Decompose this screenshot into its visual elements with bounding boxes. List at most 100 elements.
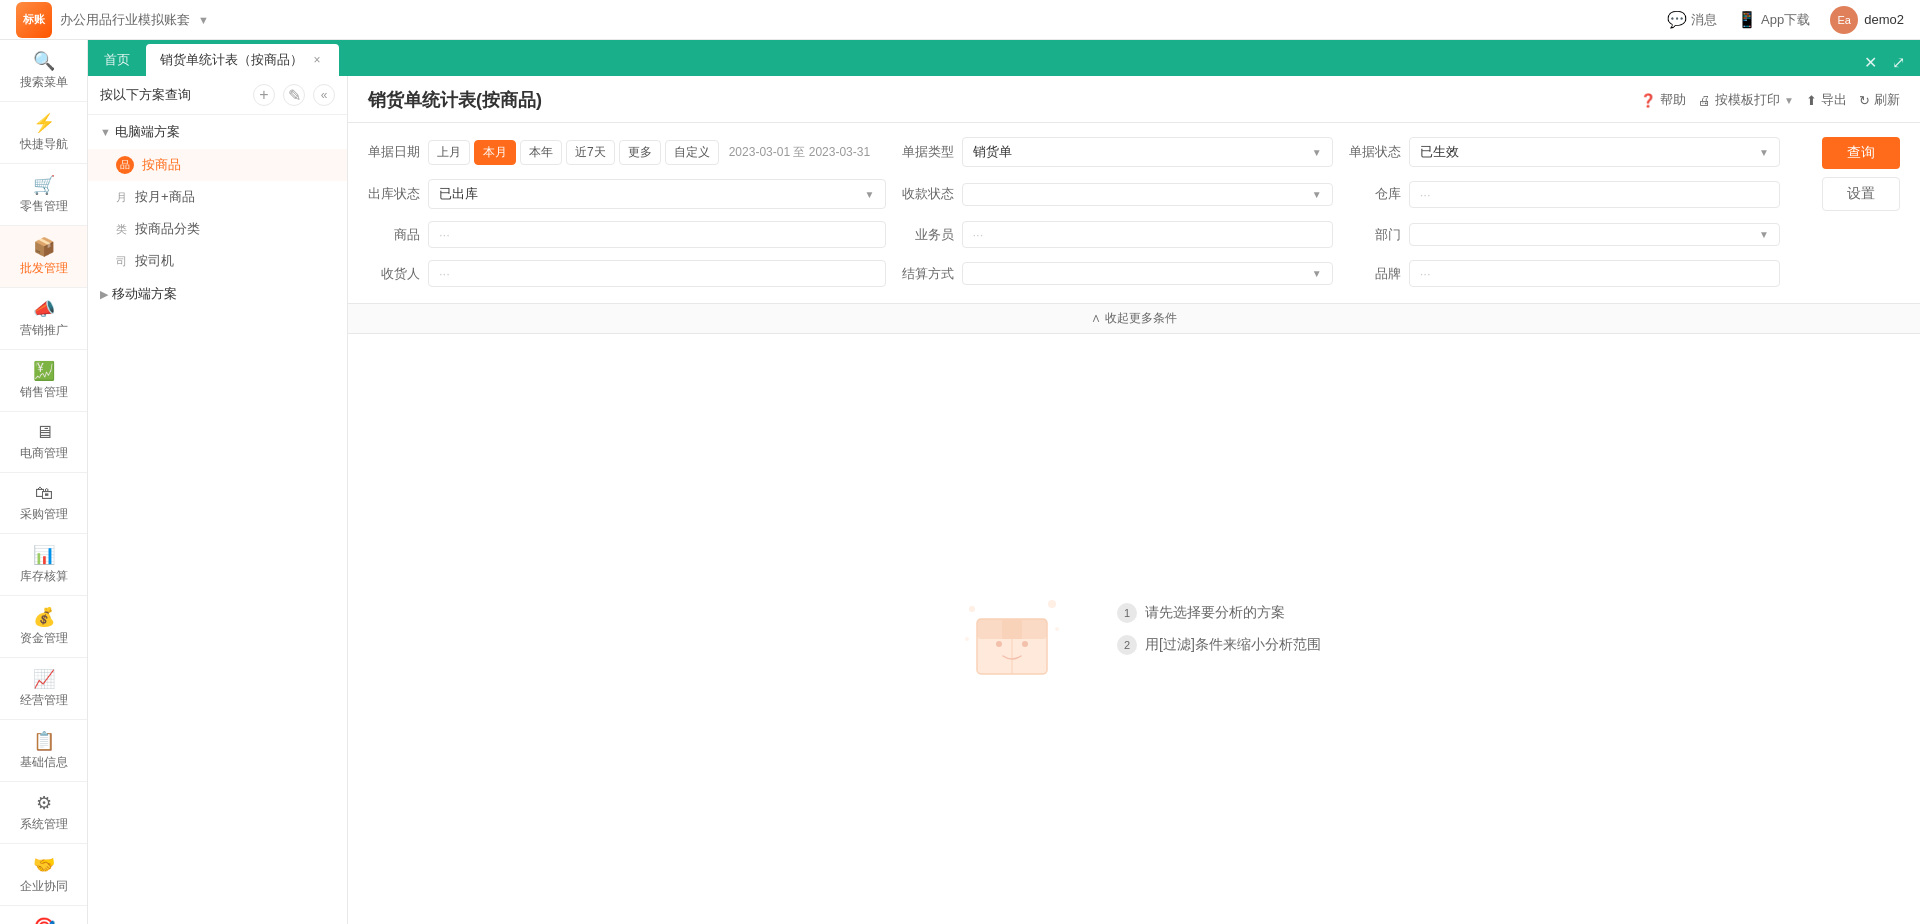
dropdown-arrow-icon[interactable]: ▼ <box>198 14 209 26</box>
sidebar-item-basic[interactable]: 📋 基础信息 <box>0 720 87 782</box>
sidebar-item-purchase[interactable]: 🛍 采购管理 <box>0 473 87 534</box>
scheme-group-pc-title[interactable]: ▼ 电脑端方案 <box>88 115 347 149</box>
sidebar-item-sales[interactable]: 💹 销售管理 <box>0 350 87 412</box>
filter-warehouse: 仓库 ··· <box>1349 181 1780 208</box>
tab-active[interactable]: 销货单统计表（按商品） × <box>146 44 339 76</box>
empty-tips: 1 请先选择要分析的方案 2 用[过滤]条件来缩小分析范围 <box>1117 603 1321 655</box>
sidebar-item-corp[interactable]: 🤝 企业协同 <box>0 844 87 906</box>
tab-close-window-btn[interactable]: ✕ <box>1856 48 1884 76</box>
message-btn[interactable]: 💬 消息 <box>1667 10 1717 29</box>
svg-point-6 <box>969 606 975 612</box>
svg-point-9 <box>965 637 969 641</box>
brand-label: 品牌 <box>1349 265 1401 283</box>
pay-status-select[interactable]: ▼ <box>962 183 1333 206</box>
collapse-panel-btn[interactable]: « <box>313 84 335 106</box>
refresh-icon: ↻ <box>1859 93 1870 108</box>
sidebar-item-finance[interactable]: 💰 资金管理 <box>0 596 87 658</box>
scheme-item-brand: 司 按司机 <box>88 245 347 277</box>
add-scheme-btn[interactable]: + <box>253 84 275 106</box>
sidebar-item-guide[interactable]: 🎯 新手引导 <box>0 906 87 924</box>
date-btn-last-month[interactable]: 上月 <box>428 140 470 165</box>
product-input[interactable]: ··· <box>428 221 886 248</box>
brand-input[interactable]: ··· <box>1409 260 1780 287</box>
sidebar-item-wholesale[interactable]: 📦 批发管理 <box>0 226 87 288</box>
sidebar-item-operations[interactable]: 📈 经营管理 <box>0 658 87 720</box>
month-product-icon: 月 <box>116 190 127 205</box>
right-main: 销货单统计表(按商品) ❓ 帮助 🖨 按模板打印 ▼ ⬆ <box>348 76 1920 924</box>
edit-scheme-btn[interactable]: ✎ <box>283 84 305 106</box>
ecom-icon: 🖥 <box>4 422 83 443</box>
finance-icon: 💰 <box>4 606 83 628</box>
warehouse-input[interactable]: ··· <box>1409 181 1780 208</box>
filter-row-4: 收货人 ··· 结算方式 ▼ <box>368 260 1900 287</box>
scheme-item-by-product[interactable]: 品 按商品 <box>88 149 347 181</box>
receiver-input[interactable]: ··· <box>428 260 886 287</box>
sidebar: 🔍 搜索菜单 ⚡ 快捷导航 🛒 零售管理 📦 批发管理 📣 营销推广 💹 销售管… <box>0 40 88 924</box>
filter-payment: 结算方式 ▼ <box>902 262 1333 285</box>
filter-doc-type: 单据类型 销货单 ▼ <box>902 137 1333 167</box>
svg-point-4 <box>996 641 1002 647</box>
doc-type-select[interactable]: 销货单 ▼ <box>962 137 1333 167</box>
doc-status-value: 已生效 <box>1420 143 1459 161</box>
sidebar-item-system[interactable]: ⚙ 系统管理 <box>0 782 87 844</box>
payment-select[interactable]: ▼ <box>962 262 1333 285</box>
department-select[interactable]: ▼ <box>1409 223 1780 246</box>
date-btn-this-year[interactable]: 本年 <box>520 140 562 165</box>
scheme-sub-header[interactable]: 月 按月+商品 <box>116 185 335 209</box>
sidebar-item-ecom[interactable]: 🖥 电商管理 <box>0 412 87 473</box>
tab-close-btn[interactable]: × <box>309 52 325 68</box>
filter-row-3: 商品 ··· 业务员 ··· 部门 <box>368 221 1900 248</box>
export-icon: ⬆ <box>1806 93 1817 108</box>
print-btn[interactable]: 🖨 按模板打印 ▼ <box>1698 91 1794 109</box>
doc-status-select[interactable]: 已生效 ▼ <box>1409 137 1780 167</box>
message-icon: 💬 <box>1667 10 1687 29</box>
tab-maximize-btn[interactable]: ⤢ <box>1884 48 1912 76</box>
filter-product: 商品 ··· <box>368 221 886 248</box>
doc-status-arrow-icon: ▼ <box>1759 147 1769 158</box>
filter-out-status: 出库状态 已出库 ▼ <box>368 179 886 209</box>
user-area[interactable]: Ea demo2 <box>1830 6 1904 34</box>
out-status-select[interactable]: 已出库 ▼ <box>428 179 886 209</box>
sidebar-item-search[interactable]: 🔍 搜索菜单 <box>0 40 87 102</box>
corp-icon: 🤝 <box>4 854 83 876</box>
date-btn-more[interactable]: 更多 <box>619 140 661 165</box>
scheme-icon-product: 品 <box>116 156 134 174</box>
department-label: 部门 <box>1349 226 1401 244</box>
svg-point-8 <box>1055 627 1059 631</box>
query-btn[interactable]: 查询 <box>1822 137 1900 169</box>
app-download-btn[interactable]: 📱 App下载 <box>1737 10 1810 29</box>
sidebar-item-marketing[interactable]: 📣 营销推广 <box>0 288 87 350</box>
receiver-value: ··· <box>439 266 450 281</box>
scheme-item-category: 类 按商品分类 <box>88 213 347 245</box>
help-btn[interactable]: ❓ 帮助 <box>1640 91 1686 109</box>
salesperson-input[interactable]: ··· <box>962 221 1333 248</box>
scheme-group-mobile-title[interactable]: ▶ 移动端方案 <box>88 277 347 311</box>
date-options: 上月 本月 本年 近7天 更多 自定义 2023-03-01 至 2023-03… <box>428 140 870 165</box>
out-status-value: 已出库 <box>439 185 478 203</box>
scheme-sub-header3[interactable]: 司 按司机 <box>116 249 335 273</box>
wholesale-icon: 📦 <box>4 236 83 258</box>
filter-receiver: 收货人 ··· <box>368 260 886 287</box>
scheme-sub-header2[interactable]: 类 按商品分类 <box>116 217 335 241</box>
date-btn-7days[interactable]: 近7天 <box>566 140 615 165</box>
refresh-btn[interactable]: ↻ 刷新 <box>1859 91 1900 109</box>
left-panel: 按以下方案查询 + ✎ « ▼ 电脑端方案 品 <box>88 76 348 924</box>
left-panel-actions: + ✎ « <box>253 84 335 106</box>
salesperson-label: 业务员 <box>902 226 954 244</box>
sidebar-item-retail[interactable]: 🛒 零售管理 <box>0 164 87 226</box>
purchase-icon: 🛍 <box>4 483 83 504</box>
sidebar-item-quick-nav[interactable]: ⚡ 快捷导航 <box>0 102 87 164</box>
tip-number-2: 2 <box>1117 635 1137 655</box>
arrow-right-icon: ▶ <box>100 288 108 301</box>
empty-tip-1: 1 请先选择要分析的方案 <box>1117 603 1321 623</box>
export-btn[interactable]: ⬆ 导出 <box>1806 91 1847 109</box>
search-icon: 🔍 <box>4 50 83 72</box>
download-icon: 📱 <box>1737 10 1757 29</box>
settings-btn[interactable]: 设置 <box>1822 177 1900 211</box>
date-btn-custom[interactable]: 自定义 <box>665 140 719 165</box>
tab-home[interactable]: 首页 <box>88 44 146 76</box>
warehouse-value: ··· <box>1420 187 1431 202</box>
collapse-row[interactable]: ∧ 收起更多条件 <box>348 304 1920 334</box>
date-btn-this-month[interactable]: 本月 <box>474 140 516 165</box>
sidebar-item-inventory[interactable]: 📊 库存核算 <box>0 534 87 596</box>
